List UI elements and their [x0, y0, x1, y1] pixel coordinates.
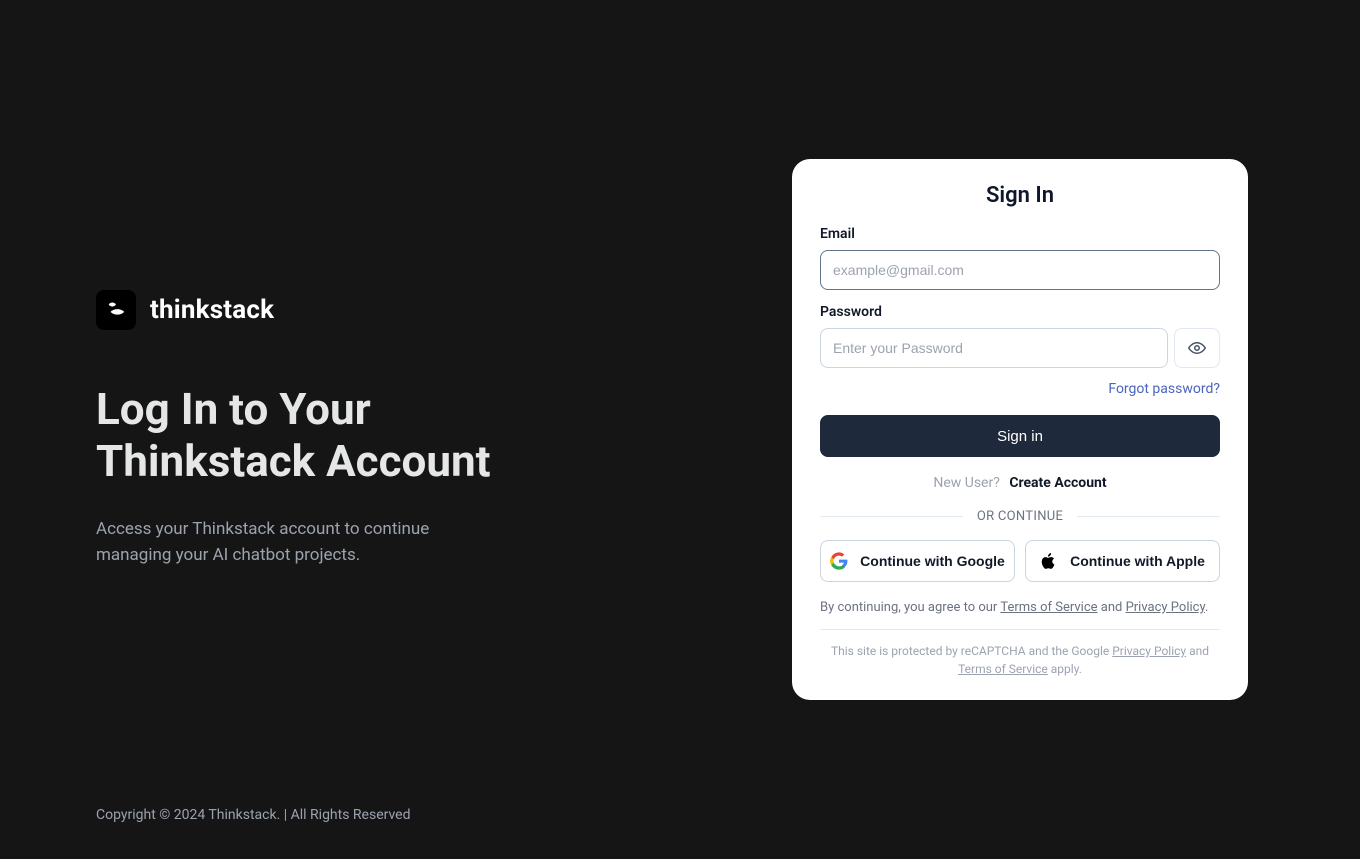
- google-icon: [830, 552, 848, 570]
- toggle-password-visibility[interactable]: [1174, 328, 1220, 368]
- new-user-text: New User?: [933, 475, 1000, 491]
- tos-disclaimer: By continuing, you agree to our Terms of…: [820, 600, 1220, 615]
- signin-card: Sign In Email Password: [792, 159, 1248, 700]
- oauth-divider: OR CONTINUE: [820, 509, 1220, 524]
- apple-button-label: Continue with Apple: [1070, 553, 1205, 569]
- password-input[interactable]: [820, 328, 1168, 368]
- divider-label: OR CONTINUE: [977, 509, 1063, 524]
- privacy-policy-link[interactable]: Privacy Policy: [1126, 600, 1205, 615]
- card-title: Sign In: [820, 183, 1220, 208]
- eye-icon: [1188, 339, 1206, 357]
- continue-with-google-button[interactable]: Continue with Google: [820, 540, 1015, 582]
- google-tos-link[interactable]: Terms of Service: [958, 662, 1048, 676]
- page-subhead: Access your Thinkstack account to contin…: [96, 516, 496, 569]
- create-account-link[interactable]: Create Account: [1009, 475, 1106, 491]
- password-label: Password: [820, 304, 1220, 320]
- email-label: Email: [820, 226, 1220, 242]
- google-button-label: Continue with Google: [860, 553, 1005, 569]
- apple-icon: [1040, 552, 1058, 570]
- brand-name: thinkstack: [150, 295, 274, 325]
- page-headline: Log In to Your Thinkstack Account: [96, 384, 516, 488]
- google-privacy-link[interactable]: Privacy Policy: [1112, 644, 1186, 658]
- email-input[interactable]: [820, 250, 1220, 290]
- copyright-text: Copyright © 2024 Thinkstack. | All Right…: [96, 807, 411, 823]
- terms-of-service-link[interactable]: Terms of Service: [1000, 600, 1097, 615]
- recaptcha-notice: This site is protected by reCAPTCHA and …: [820, 642, 1220, 678]
- logo-badge: [96, 290, 136, 330]
- brand-logo: thinkstack: [96, 290, 640, 330]
- signin-button[interactable]: Sign in: [820, 415, 1220, 457]
- forgot-password-link[interactable]: Forgot password?: [1108, 381, 1220, 397]
- brand-mark-icon: [105, 299, 127, 321]
- continue-with-apple-button[interactable]: Continue with Apple: [1025, 540, 1220, 582]
